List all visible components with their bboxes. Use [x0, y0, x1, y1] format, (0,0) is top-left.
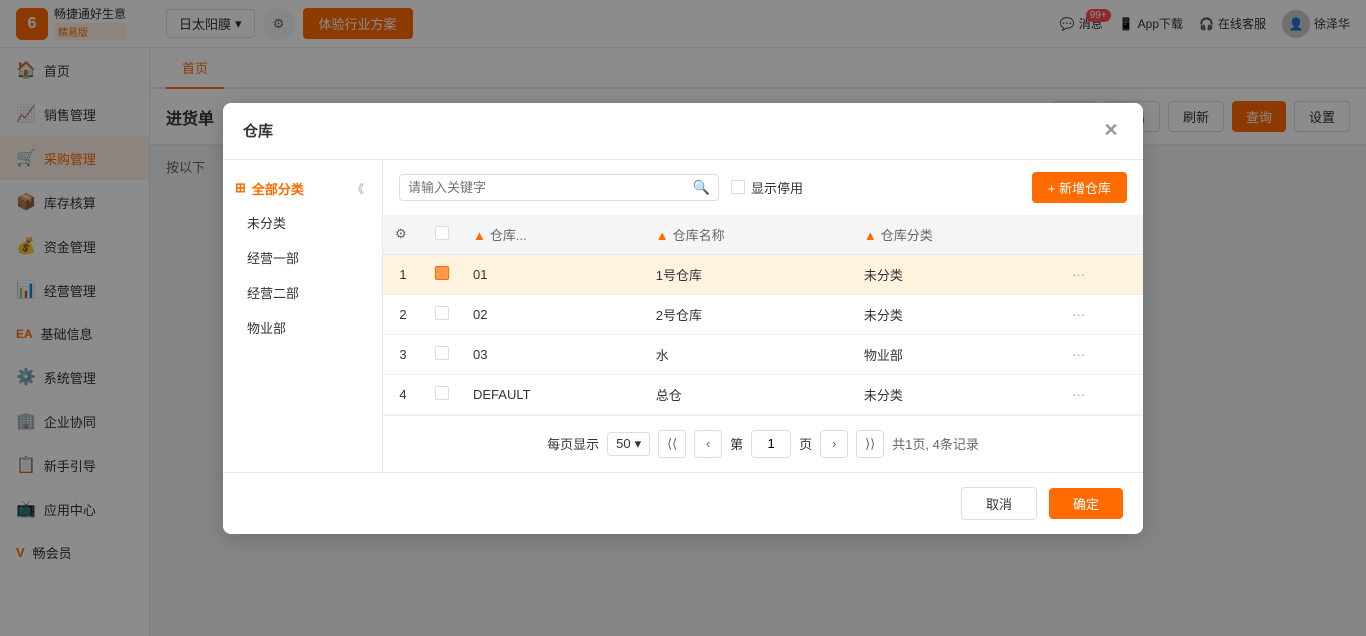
search-icon: 🔍	[693, 179, 710, 196]
category-header: ⊞ 全部分类 《	[223, 172, 382, 205]
row-checkbox[interactable]	[423, 294, 461, 334]
row-actions: ···	[1060, 374, 1143, 414]
row-category: 未分类	[852, 294, 1060, 334]
grid-icon: ⊞	[235, 180, 246, 196]
row-name: 总仓	[644, 374, 852, 414]
row-code: DEFAULT	[461, 374, 644, 414]
page-size-value: 50	[616, 436, 630, 451]
row-select-checkbox[interactable]	[435, 386, 449, 400]
show-disabled-checkbox[interactable]	[731, 180, 745, 194]
show-disabled-toggle[interactable]: 显示停用	[731, 178, 803, 197]
per-page-label: 每页显示	[547, 434, 599, 453]
category-item-ops2[interactable]: 经营二部	[223, 275, 382, 310]
search-input[interactable]	[408, 180, 693, 195]
col-gear: ⚙	[383, 215, 423, 255]
row-name: 1号仓库	[644, 254, 852, 294]
close-icon[interactable]: ✕	[1099, 119, 1123, 143]
row-name: 2号仓库	[644, 294, 852, 334]
table-container: ⚙ ▲仓库... ▲仓库名称 ▲仓库分类 1 01 1号仓库 未分类 ···	[383, 215, 1143, 415]
dialog-title: 仓库	[243, 120, 273, 141]
row-category: 未分类	[852, 254, 1060, 294]
row-checkbox[interactable]	[423, 254, 461, 294]
pagination: 每页显示 50 ▾ ⟨⟨ ‹ 第 页 › ⟩⟩ 共1页, 4条记录	[383, 415, 1143, 472]
table-row[interactable]: 1 01 1号仓库 未分类 ···	[383, 254, 1143, 294]
row-code: 03	[461, 334, 644, 374]
warehouse-table: ⚙ ▲仓库... ▲仓库名称 ▲仓库分类 1 01 1号仓库 未分类 ···	[383, 215, 1143, 415]
row-actions: ···	[1060, 334, 1143, 374]
row-actions: ···	[1060, 294, 1143, 334]
table-row[interactable]: 2 02 2号仓库 未分类 ···	[383, 294, 1143, 334]
total-info: 共1页, 4条记录	[892, 434, 979, 453]
page-size-select[interactable]: 50 ▾	[607, 432, 650, 456]
page-number-input[interactable]	[751, 430, 791, 458]
table-row[interactable]: 3 03 水 物业部 ···	[383, 334, 1143, 374]
search-box: 🔍	[399, 174, 719, 201]
select-all-checkbox[interactable]	[435, 226, 449, 240]
next-page-button[interactable]: ›	[820, 430, 848, 458]
row-select-checkbox[interactable]	[435, 346, 449, 360]
row-ellipsis-button[interactable]: ···	[1072, 347, 1085, 362]
row-ellipsis-button[interactable]: ···	[1072, 307, 1085, 322]
row-name: 水	[644, 334, 852, 374]
table-row[interactable]: 4 DEFAULT 总仓 未分类 ···	[383, 374, 1143, 414]
col-checkbox	[423, 215, 461, 255]
dialog-overlay: 仓库 ✕ ⊞ 全部分类 《 未分类 经营一部 经营二部 物业部	[0, 0, 1366, 636]
row-num: 2	[383, 294, 423, 334]
col-category: ▲仓库分类	[852, 215, 1060, 255]
category-all-label: 全部分类	[252, 179, 304, 198]
chevron-icon: ▾	[635, 436, 642, 452]
col-name: ▲仓库名称	[644, 215, 852, 255]
col-actions	[1060, 215, 1143, 255]
row-code: 01	[461, 254, 644, 294]
first-page-button[interactable]: ⟨⟨	[658, 430, 686, 458]
row-ellipsis-button[interactable]: ···	[1072, 267, 1085, 282]
collapse-icon[interactable]: 《	[346, 178, 370, 199]
row-num: 3	[383, 334, 423, 374]
row-checkbox[interactable]	[423, 334, 461, 374]
warehouse-dialog: 仓库 ✕ ⊞ 全部分类 《 未分类 经营一部 经营二部 物业部	[223, 103, 1143, 534]
category-item-ops1[interactable]: 经营一部	[223, 240, 382, 275]
row-ellipsis-button[interactable]: ···	[1072, 387, 1085, 402]
page-unit: 页	[799, 434, 812, 453]
row-actions: ···	[1060, 254, 1143, 294]
dialog-header: 仓库 ✕	[223, 103, 1143, 160]
add-warehouse-button[interactable]: + 新增仓库	[1032, 172, 1127, 203]
row-select-checkbox[interactable]	[435, 266, 449, 280]
cancel-button[interactable]: 取消	[961, 487, 1037, 520]
row-category: 物业部	[852, 334, 1060, 374]
table-toolbar: 🔍 显示停用 + 新增仓库	[383, 160, 1143, 215]
row-num: 1	[383, 254, 423, 294]
page-label: 第	[730, 434, 743, 453]
row-checkbox[interactable]	[423, 374, 461, 414]
col-code: ▲仓库...	[461, 215, 644, 255]
confirm-button[interactable]: 确定	[1049, 488, 1123, 519]
row-code: 02	[461, 294, 644, 334]
row-category: 未分类	[852, 374, 1060, 414]
category-item-property[interactable]: 物业部	[223, 310, 382, 345]
last-page-button[interactable]: ⟩⟩	[856, 430, 884, 458]
row-select-checkbox[interactable]	[435, 306, 449, 320]
table-panel: 🔍 显示停用 + 新增仓库 ⚙	[383, 160, 1143, 472]
prev-page-button[interactable]: ‹	[694, 430, 722, 458]
category-item-unclassified[interactable]: 未分类	[223, 205, 382, 240]
category-panel: ⊞ 全部分类 《 未分类 经营一部 经营二部 物业部	[223, 160, 383, 472]
row-num: 4	[383, 374, 423, 414]
dialog-body: ⊞ 全部分类 《 未分类 经营一部 经营二部 物业部 🔍	[223, 160, 1143, 472]
show-disabled-label: 显示停用	[751, 178, 803, 197]
dialog-footer: 取消 确定	[223, 472, 1143, 534]
category-all[interactable]: ⊞ 全部分类	[235, 179, 304, 198]
